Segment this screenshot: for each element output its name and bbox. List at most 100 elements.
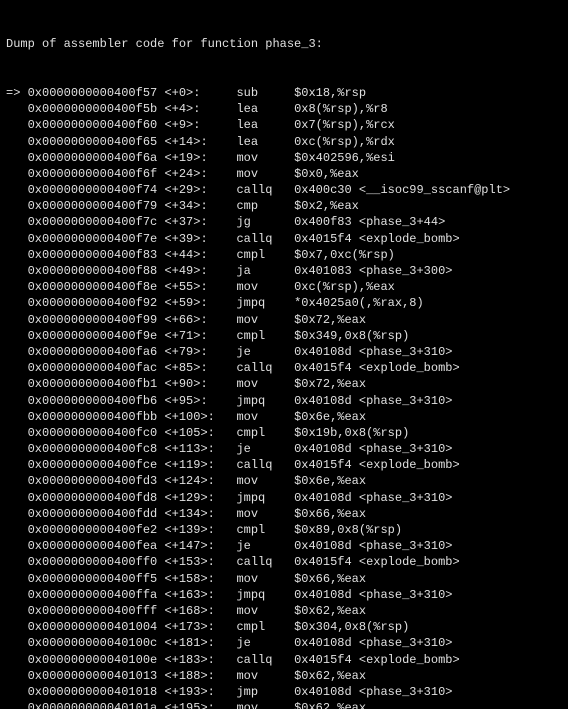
instruction-address: 0x0000000000400fd8 bbox=[28, 491, 165, 505]
disasm-line: 0x000000000040100e <+183>: callq 0x4015f… bbox=[6, 652, 562, 668]
instruction-address: 0x0000000000400f79 bbox=[28, 199, 165, 213]
instruction-address: 0x0000000000400f5b bbox=[28, 102, 165, 116]
disasm-line: 0x0000000000401004 <+173>: cmpl $0x304,0… bbox=[6, 619, 562, 635]
instruction-address: 0x0000000000400f6f bbox=[28, 167, 165, 181]
instruction-address: 0x0000000000400f74 bbox=[28, 183, 165, 197]
instruction-address: 0x0000000000400f88 bbox=[28, 264, 165, 278]
instruction-address: 0x000000000040101a bbox=[28, 701, 165, 709]
disasm-line: 0x0000000000400fb6 <+95>: jmpq 0x40108d … bbox=[6, 393, 562, 409]
disasm-line: 0x0000000000400f74 <+29>: callq 0x400c30… bbox=[6, 182, 562, 198]
disasm-line: 0x0000000000400fc8 <+113>: je 0x40108d <… bbox=[6, 441, 562, 457]
disasm-line: 0x0000000000400f92 <+59>: jmpq *0x4025a0… bbox=[6, 295, 562, 311]
instruction-mnemonic: ja bbox=[236, 264, 294, 278]
disasm-line: 0x0000000000400f65 <+14>: lea 0xc(%rsp),… bbox=[6, 134, 562, 150]
instruction-offset: <+24>: bbox=[164, 167, 236, 181]
indent bbox=[6, 507, 28, 521]
indent bbox=[6, 345, 28, 359]
instruction-mnemonic: mov bbox=[236, 604, 294, 618]
disasm-line: 0x0000000000400fff <+168>: mov $0x62,%ea… bbox=[6, 603, 562, 619]
instruction-address: 0x0000000000400f65 bbox=[28, 135, 165, 149]
disasm-line: 0x0000000000400f8e <+55>: mov 0xc(%rsp),… bbox=[6, 279, 562, 295]
instruction-offset: <+90>: bbox=[164, 377, 236, 391]
instruction-address: 0x0000000000400f7c bbox=[28, 215, 165, 229]
instruction-offset: <+113>: bbox=[164, 442, 236, 456]
instruction-operands: 0x8(%rsp),%r8 bbox=[294, 102, 388, 116]
instruction-operands: 0x40108d <phase_3+310> bbox=[294, 491, 452, 505]
disasm-line: 0x0000000000400f9e <+71>: cmpl $0x349,0x… bbox=[6, 328, 562, 344]
instruction-mnemonic: mov bbox=[236, 410, 294, 424]
indent bbox=[6, 377, 28, 391]
instruction-mnemonic: cmpl bbox=[236, 620, 294, 634]
instruction-operands: $0x18,%rsp bbox=[294, 86, 366, 100]
instruction-mnemonic: mov bbox=[236, 151, 294, 165]
instruction-address: 0x0000000000400ffa bbox=[28, 588, 165, 602]
instruction-address: 0x0000000000400fce bbox=[28, 458, 165, 472]
instruction-address: 0x0000000000400f6a bbox=[28, 151, 165, 165]
instruction-operands: $0x304,0x8(%rsp) bbox=[294, 620, 409, 634]
instruction-offset: <+59>: bbox=[164, 296, 236, 310]
instruction-offset: <+134>: bbox=[164, 507, 236, 521]
indent bbox=[6, 215, 28, 229]
disasm-line: 0x0000000000400fb1 <+90>: mov $0x72,%eax bbox=[6, 376, 562, 392]
disasm-line: 0x0000000000400f6a <+19>: mov $0x402596,… bbox=[6, 150, 562, 166]
instruction-operands: $0x19b,0x8(%rsp) bbox=[294, 426, 409, 440]
instruction-offset: <+66>: bbox=[164, 313, 236, 327]
disasm-line: 0x000000000040101a <+195>: mov $0x62,%ea… bbox=[6, 700, 562, 709]
instruction-address: 0x0000000000400f8e bbox=[28, 280, 165, 294]
indent bbox=[6, 248, 28, 262]
indent bbox=[6, 555, 28, 569]
instruction-address: 0x0000000000400fac bbox=[28, 361, 165, 375]
instruction-operands: 0x400f83 <phase_3+44> bbox=[294, 215, 445, 229]
instruction-offset: <+34>: bbox=[164, 199, 236, 213]
instruction-offset: <+44>: bbox=[164, 248, 236, 262]
disasm-header: Dump of assembler code for function phas… bbox=[6, 36, 562, 52]
instruction-operands: $0x402596,%esi bbox=[294, 151, 395, 165]
instruction-mnemonic: lea bbox=[236, 135, 294, 149]
instruction-mnemonic: je bbox=[236, 539, 294, 553]
instruction-offset: <+147>: bbox=[164, 539, 236, 553]
indent bbox=[6, 588, 28, 602]
instruction-operands: 0x4015f4 <explode_bomb> bbox=[294, 458, 460, 472]
disasm-line: 0x0000000000400f6f <+24>: mov $0x0,%eax bbox=[6, 166, 562, 182]
instruction-address: 0x0000000000400ff0 bbox=[28, 555, 165, 569]
instruction-address: 0x0000000000400fe2 bbox=[28, 523, 165, 537]
instruction-mnemonic: jg bbox=[236, 215, 294, 229]
instruction-offset: <+119>: bbox=[164, 458, 236, 472]
indent bbox=[6, 167, 28, 181]
instruction-operands: 0x40108d <phase_3+310> bbox=[294, 588, 452, 602]
indent bbox=[6, 102, 28, 116]
instruction-offset: <+19>: bbox=[164, 151, 236, 165]
instruction-operands: 0x40108d <phase_3+310> bbox=[294, 636, 452, 650]
indent bbox=[6, 669, 28, 683]
disasm-line: 0x0000000000400ffa <+163>: jmpq 0x40108d… bbox=[6, 587, 562, 603]
instruction-operands: $0x0,%eax bbox=[294, 167, 359, 181]
instruction-mnemonic: mov bbox=[236, 701, 294, 709]
indent bbox=[6, 604, 28, 618]
instruction-offset: <+0>: bbox=[164, 86, 236, 100]
instruction-address: 0x0000000000401013 bbox=[28, 669, 165, 683]
instruction-mnemonic: callq bbox=[236, 232, 294, 246]
instruction-offset: <+85>: bbox=[164, 361, 236, 375]
terminal-output[interactable]: Dump of assembler code for function phas… bbox=[0, 0, 568, 709]
instruction-offset: <+39>: bbox=[164, 232, 236, 246]
disasm-line: 0x0000000000400f7e <+39>: callq 0x4015f4… bbox=[6, 231, 562, 247]
instruction-operands: 0x40108d <phase_3+310> bbox=[294, 442, 452, 456]
disasm-line: 0x0000000000400f83 <+44>: cmpl $0x7,0xc(… bbox=[6, 247, 562, 263]
indent bbox=[6, 491, 28, 505]
indent bbox=[6, 572, 28, 586]
indent bbox=[6, 523, 28, 537]
disasm-line: 0x0000000000400fbb <+100>: mov $0x6e,%ea… bbox=[6, 409, 562, 425]
instruction-address: 0x0000000000400f99 bbox=[28, 313, 165, 327]
instruction-address: 0x0000000000400fb1 bbox=[28, 377, 165, 391]
instruction-mnemonic: mov bbox=[236, 669, 294, 683]
instruction-operands: $0x66,%eax bbox=[294, 572, 366, 586]
instruction-address: 0x0000000000400f7e bbox=[28, 232, 165, 246]
disasm-line: 0x0000000000401013 <+188>: mov $0x62,%ea… bbox=[6, 668, 562, 684]
indent bbox=[6, 685, 28, 699]
instruction-address: 0x0000000000401018 bbox=[28, 685, 165, 699]
instruction-address: 0x0000000000400fc0 bbox=[28, 426, 165, 440]
indent bbox=[6, 539, 28, 553]
instruction-operands: $0x7,0xc(%rsp) bbox=[294, 248, 395, 262]
instruction-offset: <+29>: bbox=[164, 183, 236, 197]
instruction-offset: <+95>: bbox=[164, 394, 236, 408]
